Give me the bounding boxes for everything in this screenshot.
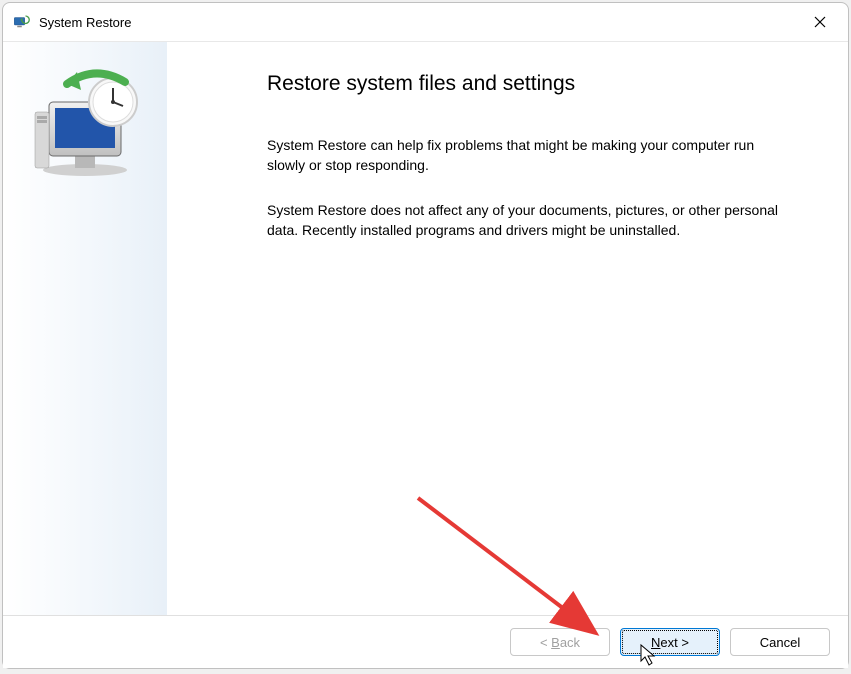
back-button: < Back: [510, 628, 610, 656]
titlebar: System Restore: [3, 3, 848, 41]
footer-buttons: < Back Next > Cancel: [3, 616, 848, 668]
system-restore-window: System Restore: [2, 2, 849, 669]
description-para-2: System Restore does not affect any of yo…: [267, 201, 787, 240]
cancel-button[interactable]: Cancel: [730, 628, 830, 656]
content-area: Restore system files and settings System…: [167, 42, 848, 615]
body-area: Restore system files and settings System…: [3, 41, 848, 616]
system-restore-graphic: [25, 62, 145, 182]
close-button[interactable]: [800, 7, 840, 37]
system-restore-icon: [11, 12, 31, 32]
description-para-1: System Restore can help fix problems tha…: [267, 136, 787, 175]
next-button[interactable]: Next >: [620, 628, 720, 656]
window-title: System Restore: [39, 15, 131, 30]
left-panel: [3, 42, 167, 615]
page-heading: Restore system files and settings: [267, 72, 808, 96]
